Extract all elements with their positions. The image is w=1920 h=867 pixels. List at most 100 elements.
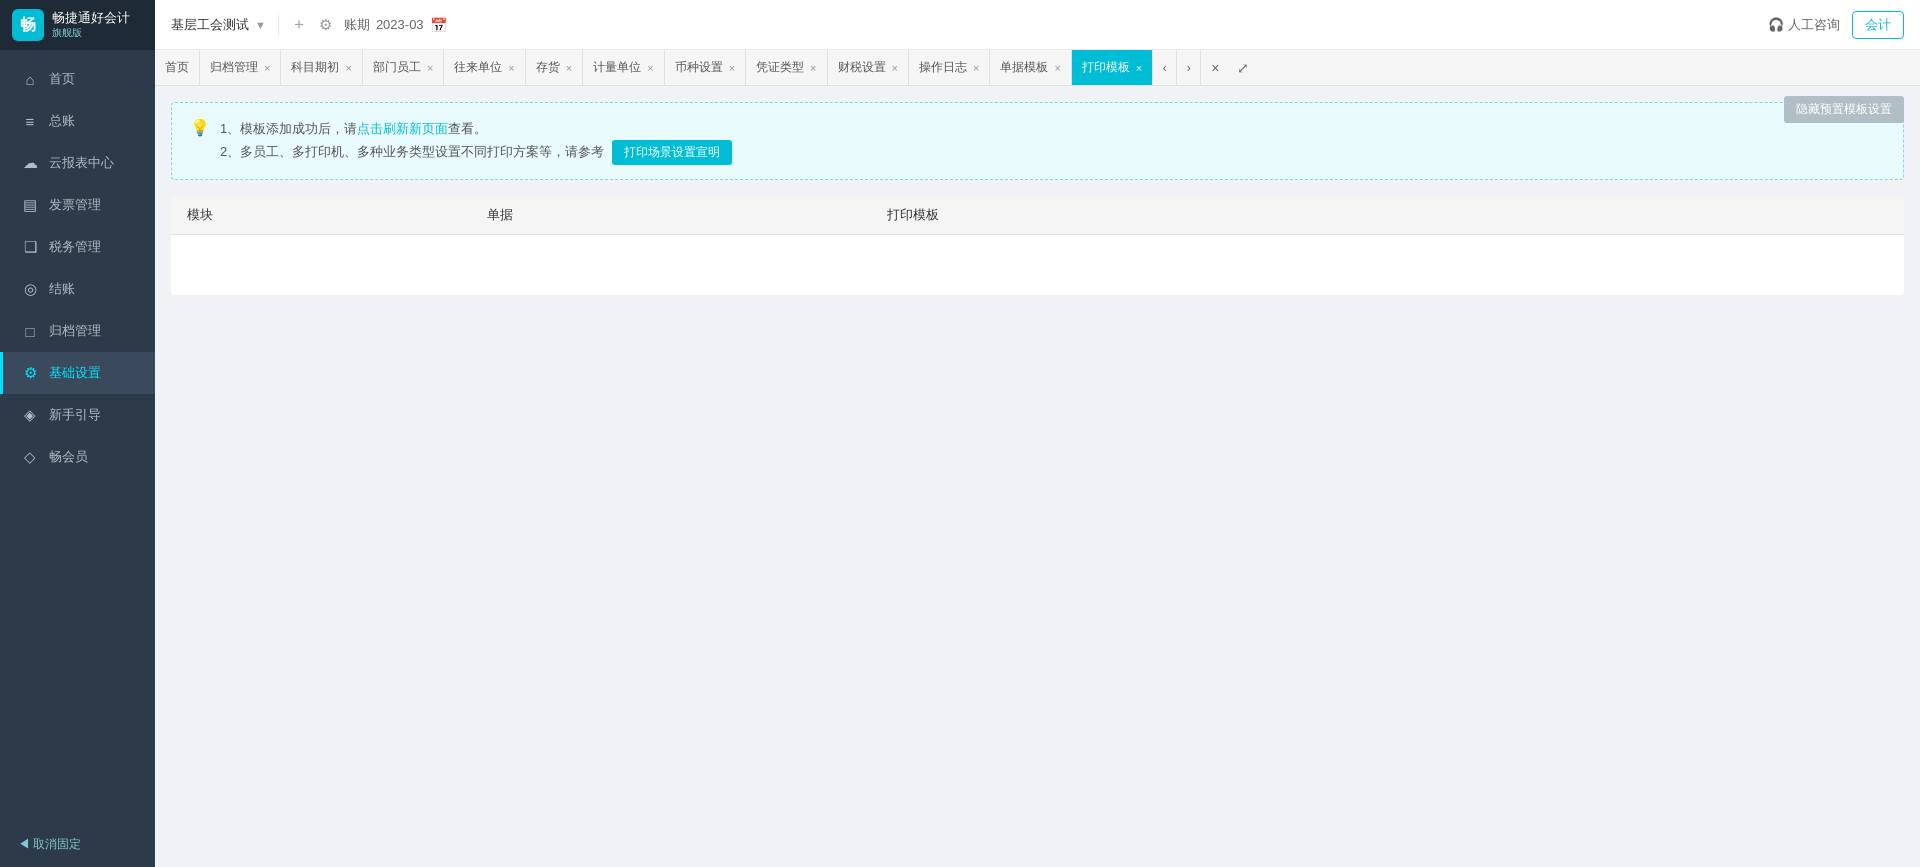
tab-currency-close-icon[interactable]: × [729, 62, 735, 74]
sidebar-item-reports[interactable]: ☁ 云报表中心 [0, 142, 155, 184]
tab-next-btn[interactable]: › [1177, 50, 1201, 86]
tab-subject-close-icon[interactable]: × [345, 62, 351, 74]
app-sub: 旗舰版 [52, 26, 130, 40]
period-value: 2023-03 [376, 17, 424, 32]
service-label: 人工咨询 [1788, 16, 1840, 34]
tab-currency[interactable]: 币种设置 × [665, 50, 746, 86]
notice-text: 1、模板添加成功后，请点击刷新新页面查看。 2、多员工、多打印机、多种业务类型设… [220, 117, 732, 165]
sidebar-item-tax[interactable]: ❑ 税务管理 [0, 226, 155, 268]
tab-department[interactable]: 部门员工 × [363, 50, 444, 86]
tab-voucher-type[interactable]: 凭证类型 × [746, 50, 827, 86]
col-module: 模块 [171, 196, 471, 234]
tab-print-template-close-icon[interactable]: × [1136, 62, 1142, 74]
main-area: 基层工会测试 ▼ ＋ ⚙ 账期 2023-03 📅 🎧 人工咨询 会计 首页 归… [155, 0, 1920, 867]
settings-gear-icon[interactable]: ⚙ [319, 16, 332, 34]
sidebar-item-guide[interactable]: ◈ 新手引导 [0, 394, 155, 436]
notice-line1: 1、模板添加成功后，请点击刷新新页面查看。 [220, 117, 732, 140]
tab-voucher-type-close-icon[interactable]: × [810, 62, 816, 74]
tax-icon: ❑ [21, 238, 39, 256]
sidebar: 畅 畅捷通好会计 旗舰版 ⌂ 首页 ≡ 总账 ☁ 云报表中心 ▤ 发票管理 ❑ … [0, 0, 155, 867]
tabbar: 首页 归档管理 × 科目期初 × 部门员工 × 往来单位 × 存货 × 计量单位… [155, 50, 1920, 86]
sidebar-item-settings-label: 基础设置 [49, 364, 101, 382]
tab-unit-close-icon[interactable]: × [647, 62, 653, 74]
topbar: 基层工会测试 ▼ ＋ ⚙ 账期 2023-03 📅 🎧 人工咨询 会计 [155, 0, 1920, 50]
tab-close-all-btn[interactable]: × [1201, 50, 1229, 86]
sidebar-item-member[interactable]: ◇ 畅会员 [0, 436, 155, 478]
topbar-divider-1 [278, 15, 279, 35]
guide-icon: ◈ [21, 406, 39, 424]
tab-print-template-label: 打印模板 [1082, 59, 1130, 76]
account-btn[interactable]: 会计 [1852, 11, 1904, 39]
content-wrapper: 💡 1、模板添加成功后，请点击刷新新页面查看。 2、多员工、多打印机、多种业务类… [155, 86, 1920, 867]
tab-archive-label: 归档管理 [210, 59, 258, 76]
notice-bulb-icon: 💡 [190, 118, 210, 137]
sidebar-item-invoice-label: 发票管理 [49, 196, 101, 214]
period-label: 账期 [344, 16, 370, 34]
settings-icon: ⚙ [21, 364, 39, 382]
print-scene-btn[interactable]: 打印场景设置宣明 [612, 140, 732, 165]
sidebar-unpin-btn[interactable]: ◀ 取消固定 [0, 822, 155, 867]
tab-tax-settings[interactable]: 财税设置 × [828, 50, 909, 86]
notice-line2-prefix: 2、多员工、多打印机、多种业务类型设置不同打印方案等，请参考 [220, 144, 604, 159]
tab-subject[interactable]: 科目期初 × [281, 50, 362, 86]
tab-operation-log-close-icon[interactable]: × [973, 62, 979, 74]
tab-partner[interactable]: 往来单位 × [444, 50, 525, 86]
tab-expand-btn[interactable]: ⤢ [1229, 50, 1257, 86]
tab-single-template[interactable]: 单据模板 × [990, 50, 1071, 86]
table-header: 模块 单据 打印模板 [171, 196, 1904, 235]
topbar-right: 🎧 人工咨询 会计 [1768, 11, 1904, 39]
tab-inventory[interactable]: 存货 × [526, 50, 583, 86]
col-document: 单据 [471, 196, 871, 234]
tab-subject-label: 科目期初 [291, 59, 339, 76]
sidebar-item-ledger-label: 总账 [49, 112, 75, 130]
tab-archive-close-icon[interactable]: × [264, 62, 270, 74]
home-icon: ⌂ [21, 71, 39, 88]
company-selector[interactable]: 基层工会测试 ▼ [171, 16, 266, 34]
notice-line1-prefix: 1、模板添加成功后，请 [220, 121, 357, 136]
tab-department-close-icon[interactable]: × [427, 62, 433, 74]
sidebar-item-close[interactable]: ◎ 结账 [0, 268, 155, 310]
notice-box: 💡 1、模板添加成功后，请点击刷新新页面查看。 2、多员工、多打印机、多种业务类… [171, 102, 1904, 180]
sidebar-item-home[interactable]: ⌂ 首页 [0, 58, 155, 100]
tab-archive[interactable]: 归档管理 × [200, 50, 281, 86]
sidebar-item-archive[interactable]: □ 归档管理 [0, 310, 155, 352]
sidebar-item-ledger[interactable]: ≡ 总账 [0, 100, 155, 142]
tab-print-template[interactable]: 打印模板 × [1072, 50, 1153, 86]
sidebar-item-member-label: 畅会员 [49, 448, 88, 466]
table-container: 模块 单据 打印模板 [171, 196, 1904, 295]
tab-operation-log[interactable]: 操作日志 × [909, 50, 990, 86]
tab-currency-label: 币种设置 [675, 59, 723, 76]
notice-line2: 2、多员工、多打印机、多种业务类型设置不同打印方案等，请参考 打印场景设置宣明 [220, 140, 732, 165]
member-icon: ◇ [21, 448, 39, 466]
company-arrow-icon: ▼ [255, 19, 266, 31]
tab-tax-settings-close-icon[interactable]: × [892, 62, 898, 74]
tab-single-template-label: 单据模板 [1000, 59, 1048, 76]
sidebar-item-tax-label: 税务管理 [49, 238, 101, 256]
tab-inventory-close-icon[interactable]: × [566, 62, 572, 74]
tab-prev-btn[interactable]: ‹ [1153, 50, 1177, 86]
tab-department-label: 部门员工 [373, 59, 421, 76]
notice-refresh-link[interactable]: 点击刷新新页面 [357, 121, 448, 136]
tab-home[interactable]: 首页 [155, 50, 200, 86]
tab-single-template-close-icon[interactable]: × [1054, 62, 1060, 74]
service-btn[interactable]: 🎧 人工咨询 [1768, 16, 1840, 34]
period-display: 账期 2023-03 📅 [344, 16, 447, 34]
archive-icon: □ [21, 323, 39, 340]
add-tab-btn[interactable]: ＋ [291, 14, 307, 35]
calendar-icon[interactable]: 📅 [430, 17, 447, 33]
reports-icon: ☁ [21, 154, 39, 172]
sidebar-item-settings[interactable]: ⚙ 基础设置 [0, 352, 155, 394]
content-inner: 💡 1、模板添加成功后，请点击刷新新页面查看。 2、多员工、多打印机、多种业务类… [155, 86, 1920, 311]
tab-partner-label: 往来单位 [454, 59, 502, 76]
sidebar-item-reports-label: 云报表中心 [49, 154, 114, 172]
hide-template-btn[interactable]: 隐藏预置模板设置 [1784, 96, 1904, 123]
tab-partner-close-icon[interactable]: × [508, 62, 514, 74]
tab-unit-label: 计量单位 [593, 59, 641, 76]
sidebar-item-invoice[interactable]: ▤ 发票管理 [0, 184, 155, 226]
col-print-template: 打印模板 [871, 196, 1904, 234]
tab-unit[interactable]: 计量单位 × [583, 50, 664, 86]
tab-inventory-label: 存货 [536, 59, 560, 76]
sidebar-item-guide-label: 新手引导 [49, 406, 101, 424]
unpin-label: ◀ 取消固定 [18, 836, 81, 853]
app-name: 畅捷通好会计 [52, 10, 130, 26]
